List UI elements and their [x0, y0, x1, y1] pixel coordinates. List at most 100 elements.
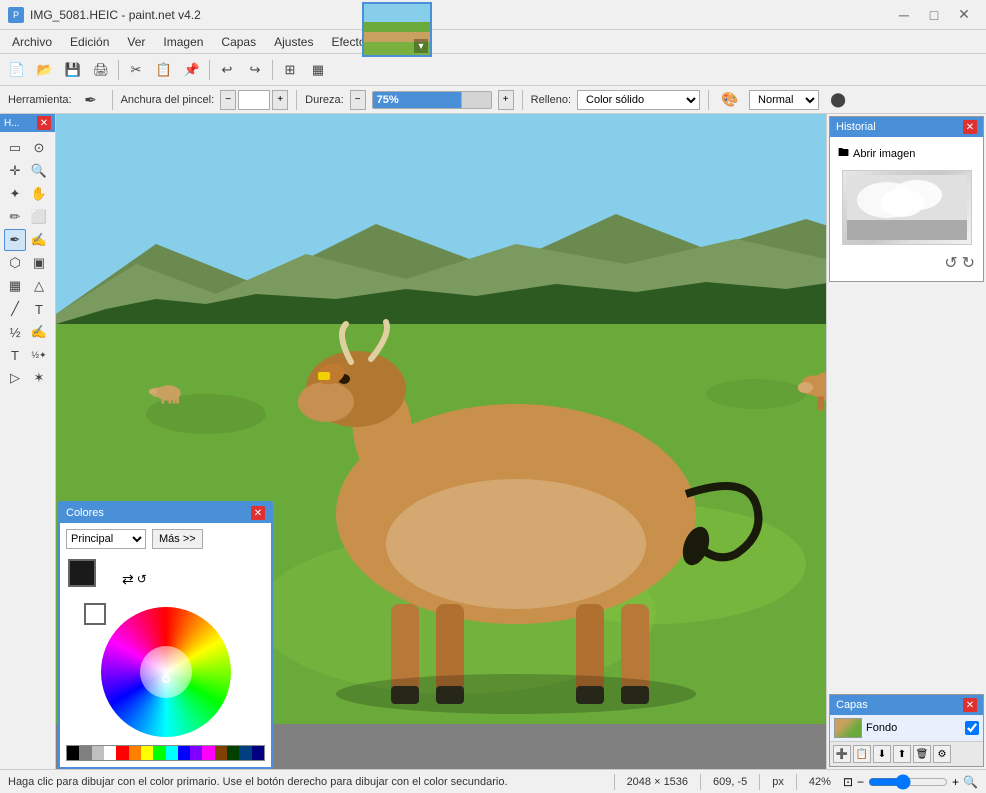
print-button[interactable]: 🖨: [88, 58, 114, 82]
hardness-bar[interactable]: 75%: [372, 91, 492, 109]
clone-stamp-tool[interactable]: ✍: [28, 229, 50, 251]
layer-item-fondo[interactable]: Fondo: [830, 715, 983, 741]
menu-archivo[interactable]: Archivo: [4, 33, 60, 51]
blend-mode-dropdown[interactable]: Normal: [749, 90, 819, 110]
move-layer-down-button[interactable]: ⬇: [873, 745, 891, 763]
rectangle-select-tool[interactable]: ▭: [4, 137, 26, 159]
palette-navy-blue[interactable]: [239, 746, 251, 760]
gradient-tool[interactable]: ▦: [4, 275, 26, 297]
redo-button[interactable]: ↪: [242, 58, 268, 82]
palette-white[interactable]: [104, 746, 116, 760]
shape-arrow-tool[interactable]: ▷: [4, 367, 26, 389]
minimize-button[interactable]: ─: [890, 5, 918, 25]
palette-magenta[interactable]: [202, 746, 214, 760]
move-layer-up-button[interactable]: ⬆: [893, 745, 911, 763]
opacity-icon[interactable]: ⬤: [825, 88, 851, 112]
crop-button[interactable]: ⊞: [277, 58, 303, 82]
menu-imagen[interactable]: Imagen: [155, 33, 211, 51]
add-layer-button[interactable]: ➕: [833, 745, 851, 763]
layer-settings-button[interactable]: ⚙: [933, 745, 951, 763]
line-tool[interactable]: ╱: [4, 298, 26, 320]
menu-capas[interactable]: Capas: [213, 33, 264, 51]
reset-colors-button[interactable]: ↺: [137, 571, 147, 588]
toolbox-close[interactable]: ✕: [37, 116, 51, 130]
new-file-button[interactable]: 📄: [4, 58, 30, 82]
colors-more-button[interactable]: Más >>: [152, 529, 203, 549]
pencil-tool[interactable]: ✒: [4, 229, 26, 251]
palette-red[interactable]: [116, 746, 128, 760]
palette-orange[interactable]: [129, 746, 141, 760]
color-wheel[interactable]: [101, 607, 231, 737]
special-4-tool[interactable]: ½✦: [28, 344, 50, 366]
zoom-fit-button[interactable]: ⊡: [843, 775, 853, 789]
current-tool-icon[interactable]: ✒: [78, 88, 104, 112]
resize-button[interactable]: ▦: [305, 58, 331, 82]
history-redo-button[interactable]: ↻: [962, 253, 975, 273]
palette-blue[interactable]: [178, 746, 190, 760]
zoom-slider[interactable]: [868, 774, 948, 790]
palette-dark-green[interactable]: [227, 746, 239, 760]
colors-close-button[interactable]: ✕: [251, 506, 265, 520]
zoom-out-button[interactable]: −: [857, 775, 864, 789]
thumbnail-expand[interactable]: ▾: [414, 39, 428, 53]
history-item-icon: 🖿: [838, 144, 849, 163]
brush-width-decrease[interactable]: −: [220, 90, 236, 110]
magic-wand-tool[interactable]: ✦: [4, 183, 26, 205]
open-file-button[interactable]: 📂: [32, 58, 58, 82]
fill-dropdown[interactable]: Sin relleno Color sólido Lineal (degrada…: [577, 90, 700, 110]
delete-layer-button[interactable]: 🗑: [913, 745, 931, 763]
color-mode-select[interactable]: Principal Secundario: [66, 529, 146, 549]
recolor-tool[interactable]: ⬡: [4, 252, 26, 274]
duplicate-layer-button[interactable]: 📋: [853, 745, 871, 763]
text-tool[interactable]: T: [28, 298, 50, 320]
palette-yellow[interactable]: [141, 746, 153, 760]
shapes-tool[interactable]: △: [28, 275, 50, 297]
paint-brush-tool[interactable]: ✏: [4, 206, 26, 228]
special-1-tool[interactable]: ½: [4, 321, 26, 343]
pan-tool[interactable]: ✋: [28, 183, 50, 205]
color-fill-tool[interactable]: ▣: [28, 252, 50, 274]
special-shape-tool[interactable]: ✶: [28, 367, 50, 389]
zoom-in-button[interactable]: +: [952, 775, 959, 789]
menu-edicion[interactable]: Edición: [62, 33, 117, 51]
hardness-decrease[interactable]: −: [350, 90, 366, 110]
history-close-button[interactable]: ✕: [963, 120, 977, 134]
brush-width-input[interactable]: 2: [238, 90, 270, 110]
history-item-open[interactable]: 🖿 Abrir imagen: [834, 141, 979, 166]
menu-ver[interactable]: Ver: [119, 33, 153, 51]
panel-spacer: [827, 284, 986, 690]
swap-colors-button[interactable]: ⇄: [122, 571, 134, 588]
image-thumbnail-tab[interactable]: ▾: [362, 2, 432, 57]
brush-width-increase[interactable]: +: [272, 90, 288, 110]
hardness-increase[interactable]: +: [498, 90, 514, 110]
primary-color-swatch[interactable]: [68, 559, 96, 587]
lasso-select-tool[interactable]: ⊙: [28, 137, 50, 159]
zoom-tool[interactable]: 🔍: [28, 160, 50, 182]
close-button[interactable]: ✕: [950, 5, 978, 25]
special-2-tool[interactable]: ✍: [28, 321, 50, 343]
palette-black[interactable]: [67, 746, 79, 760]
blend-mode-icon[interactable]: 🎨: [717, 88, 743, 112]
cut-button[interactable]: ✂: [123, 58, 149, 82]
layer-visible-checkbox[interactable]: [965, 721, 979, 735]
palette-cyan[interactable]: [166, 746, 178, 760]
history-undo-button[interactable]: ↺: [944, 253, 957, 273]
eraser-tool[interactable]: ⬜: [28, 206, 50, 228]
secondary-color-swatch[interactable]: [84, 603, 106, 625]
menu-ajustes[interactable]: Ajustes: [266, 33, 321, 51]
palette-purple[interactable]: [190, 746, 202, 760]
save-file-button[interactable]: 💾: [60, 58, 86, 82]
move-tool[interactable]: ✛: [4, 160, 26, 182]
palette-dark-navy[interactable]: [252, 746, 264, 760]
paste-button[interactable]: 📌: [179, 58, 205, 82]
palette-green[interactable]: [153, 746, 165, 760]
undo-button[interactable]: ↩: [214, 58, 240, 82]
layers-close-button[interactable]: ✕: [963, 698, 977, 712]
zoom-100-button[interactable]: 🔍: [963, 775, 978, 789]
palette-silver[interactable]: [92, 746, 104, 760]
special-3-tool[interactable]: T: [4, 344, 26, 366]
palette-brown[interactable]: [215, 746, 227, 760]
copy-button[interactable]: 📋: [151, 58, 177, 82]
maximize-button[interactable]: □: [920, 5, 948, 25]
palette-gray[interactable]: [79, 746, 91, 760]
